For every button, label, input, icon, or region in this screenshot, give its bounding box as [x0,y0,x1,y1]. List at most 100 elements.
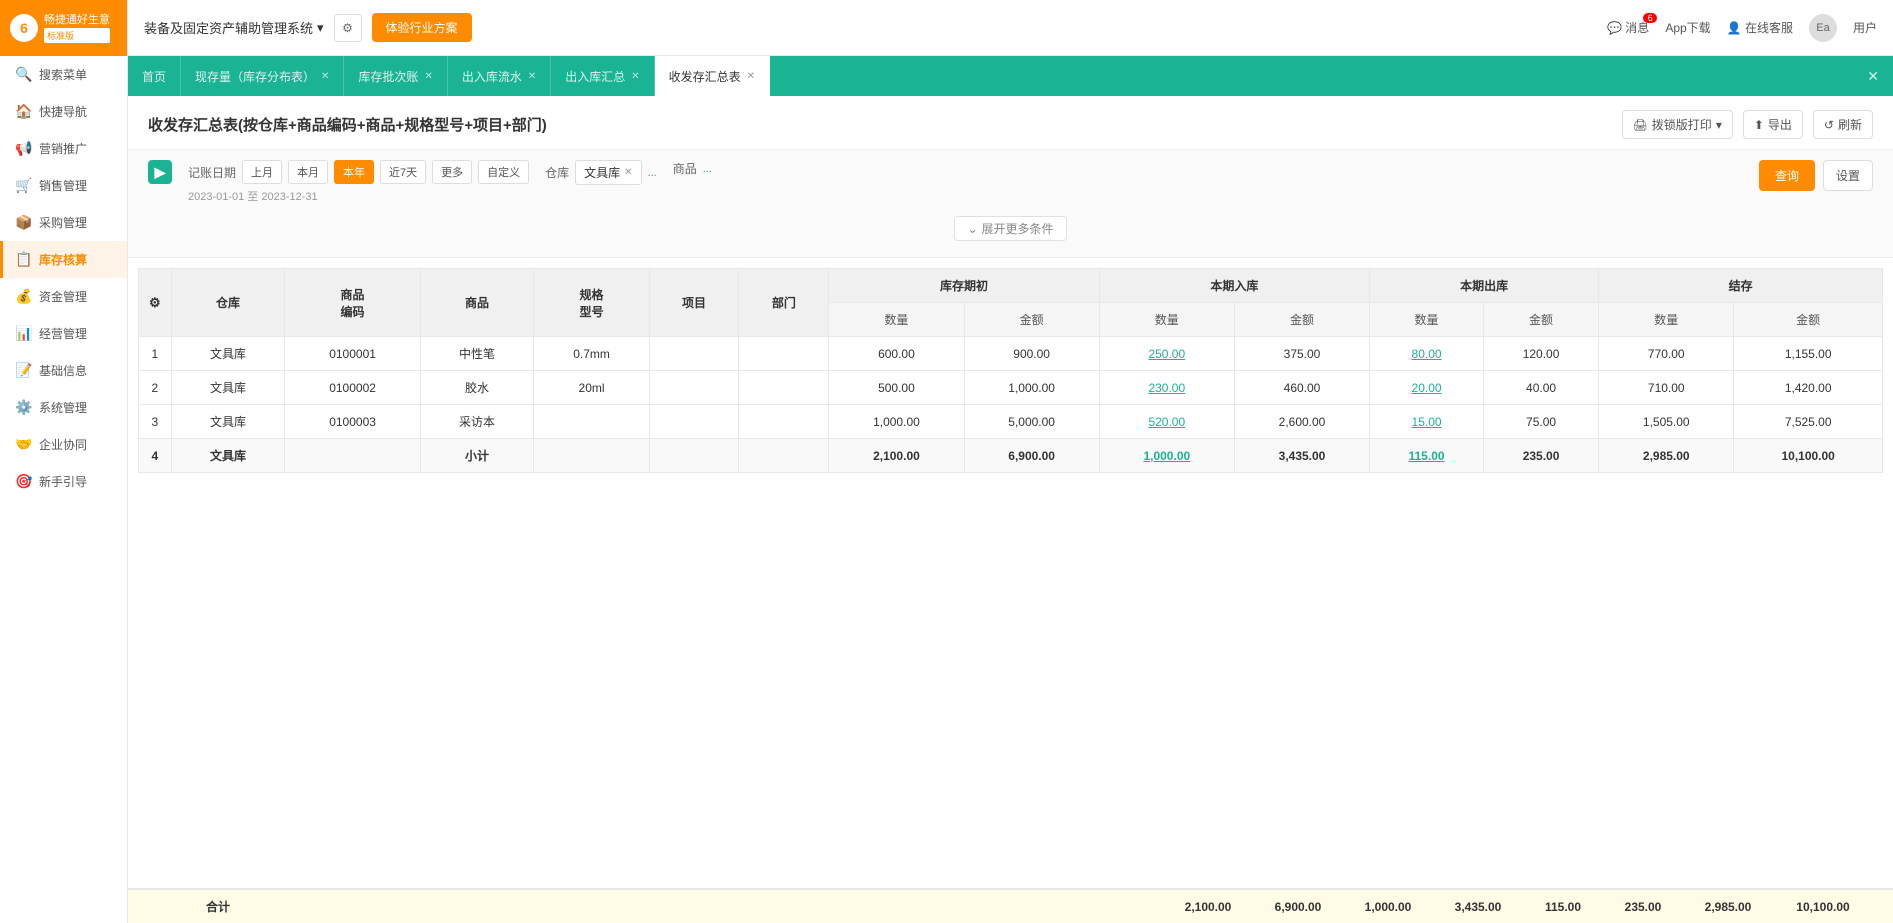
sidebar-item-marketing[interactable]: 📢营销推广 [0,130,127,167]
row-warehouse: 文具库 [171,439,285,473]
expand-conditions-button[interactable]: ⌄ 展开更多条件 [954,216,1066,241]
tab-receive-summary[interactable]: 收发存汇总表 ✕ [655,56,770,96]
row-out-amt: 120.00 [1483,337,1598,371]
main-area: 装备及固定资产辅助管理系统 ▾ ⚙ 体验行业方案 💬 消息 6 App下载 👤 … [128,0,1893,923]
table-footer: 合计 2,100.00 6,900.00 1,000.00 3,435.00 1… [128,888,1893,923]
purchase-icon: 📦 [15,214,33,231]
sidebar-item-finance[interactable]: 💰资金管理 [0,278,127,315]
date-more[interactable]: 更多 [432,160,472,184]
row-in-qty[interactable]: 1,000.00 [1099,439,1234,473]
query-button[interactable]: 查询 [1759,160,1815,191]
in-qty-link[interactable]: 520.00 [1148,415,1185,429]
tab-close-icon[interactable]: ✕ [424,71,432,82]
footer-in-amt: 3,435.00 [1433,900,1523,914]
goods-filter-label: 商品 [673,160,697,177]
username-label[interactable]: 用户 [1853,19,1877,36]
date-this-year[interactable]: 本年 [334,160,374,184]
gear-button[interactable]: ⚙ [334,14,362,42]
footer-open-qty: 2,100.00 [1163,900,1253,914]
in-qty-link[interactable]: 230.00 [1148,381,1185,395]
row-in-qty[interactable]: 520.00 [1099,405,1234,439]
table-row: 1 文具库 0100001 中性笔 0.7mm 600.00 900.00 25… [139,337,1883,371]
sidebar-label: 采购管理 [39,214,87,231]
row-in-amt: 460.00 [1234,371,1369,405]
tab-close-icon[interactable]: ✕ [631,71,639,82]
row-open-qty: 500.00 [829,371,964,405]
date-label: 记账日期 [188,164,236,181]
tab-label: 出入库流水 [462,68,522,85]
out-qty-link[interactable]: 80.00 [1412,347,1442,361]
tab-inout-flow[interactable]: 出入库流水 ✕ [448,56,551,96]
tab-home[interactable]: 首页 [128,56,181,96]
sidebar-item-search[interactable]: 🔍搜索菜单 [0,56,127,93]
tab-close-icon[interactable]: ✕ [747,71,755,82]
warehouse-filter-label: 仓库 [545,164,569,181]
row-name: 胶水 [420,371,534,405]
row-code: 0100003 [285,405,420,439]
refresh-icon: ↺ [1824,118,1834,132]
print-button[interactable]: 🖨 拨锁版打印 ▾ [1622,110,1733,139]
date-prev-month[interactable]: 上月 [242,160,282,184]
col-open-qty: 数量 [829,303,964,337]
sidebar-item-quick[interactable]: 🏠快捷导航 [0,93,127,130]
sidebar-item-system[interactable]: ⚙️系统管理 [0,389,127,426]
row-spec [534,439,649,473]
in-qty-link[interactable]: 1,000.00 [1143,449,1190,463]
system-title-dropdown[interactable]: 装备及固定资产辅助管理系统 ▾ [144,18,324,37]
date-custom[interactable]: 自定义 [478,160,529,184]
data-table: ⚙ 仓库 商品编码 商品 规格型号 项目 部门 库存期初 本期入库 本期出库 结… [138,268,1883,473]
col-settings[interactable]: ⚙ [139,269,172,337]
date-this-month[interactable]: 本月 [288,160,328,184]
in-qty-link[interactable]: 250.00 [1148,347,1185,361]
online-service-link[interactable]: 👤 在线客服 [1727,19,1793,36]
filter-toggle-button[interactable]: ▶ [148,160,172,184]
out-qty-link[interactable]: 115.00 [1409,449,1445,463]
out-qty-link[interactable]: 20.00 [1412,381,1442,395]
row-in-qty[interactable]: 230.00 [1099,371,1234,405]
row-close-amt: 10,100.00 [1734,439,1883,473]
goods-more-button[interactable]: ... [703,163,712,175]
top-header: 装备及固定资产辅助管理系统 ▾ ⚙ 体验行业方案 💬 消息 6 App下载 👤 … [128,0,1893,56]
tab-close-icon[interactable]: ✕ [528,71,536,82]
app-download-link[interactable]: App下载 [1665,19,1710,36]
row-out-qty[interactable]: 115.00 [1370,439,1484,473]
sidebar-item-sales[interactable]: 🛒销售管理 [0,167,127,204]
row-no: 3 [139,405,172,439]
trial-button[interactable]: 体验行业方案 [372,13,472,42]
sidebar-item-inventory[interactable]: 📋库存核算 [0,241,127,278]
row-in-qty[interactable]: 250.00 [1099,337,1234,371]
tab-close-icon[interactable]: ✕ [321,71,329,82]
row-dept [739,439,829,473]
warehouse-remove-icon[interactable]: ✕ [624,167,632,178]
out-qty-link[interactable]: 15.00 [1412,415,1442,429]
user-avatar[interactable]: Ea [1809,14,1837,42]
row-out-qty[interactable]: 20.00 [1370,371,1484,405]
row-in-amt: 3,435.00 [1234,439,1369,473]
notification-button[interactable]: 💬 消息 6 [1607,19,1649,36]
warehouse-more-button[interactable]: ... [648,167,657,179]
col-out-qty: 数量 [1370,303,1484,337]
tab-inventory-dist[interactable]: 现存量（库存分布表） ✕ [181,56,344,96]
table-row: 2 文具库 0100002 胶水 20ml 500.00 1,000.00 23… [139,371,1883,405]
sidebar-item-cooperation[interactable]: 🤝企业协同 [0,426,127,463]
row-out-amt: 235.00 [1483,439,1598,473]
notification-label: 消息 [1625,21,1649,35]
row-close-qty: 1,505.00 [1599,405,1734,439]
export-button[interactable]: ⬆ 导出 [1743,110,1803,139]
expand-icon: ⌄ [967,222,977,236]
settings-button[interactable]: 设置 [1823,160,1873,191]
sidebar-item-guide[interactable]: 🎯新手引导 [0,463,127,500]
col-opening-header: 库存期初 [829,269,1099,303]
close-window-icon[interactable]: ✕ [1853,68,1893,85]
service-icon: 👤 [1727,21,1742,35]
refresh-button[interactable]: ↺ 刷新 [1813,110,1873,139]
date-7days[interactable]: 近7天 [380,160,426,184]
sidebar-item-operations[interactable]: 📊经营管理 [0,315,127,352]
row-out-qty[interactable]: 80.00 [1370,337,1484,371]
row-name: 采访本 [420,405,534,439]
tab-batch[interactable]: 库存批次账 ✕ [344,56,447,96]
sidebar-item-basic[interactable]: 📝基础信息 [0,352,127,389]
row-out-qty[interactable]: 15.00 [1370,405,1484,439]
tab-inout-summary[interactable]: 出入库汇总 ✕ [551,56,654,96]
sidebar-item-purchase[interactable]: 📦 采购管理 [0,204,127,241]
